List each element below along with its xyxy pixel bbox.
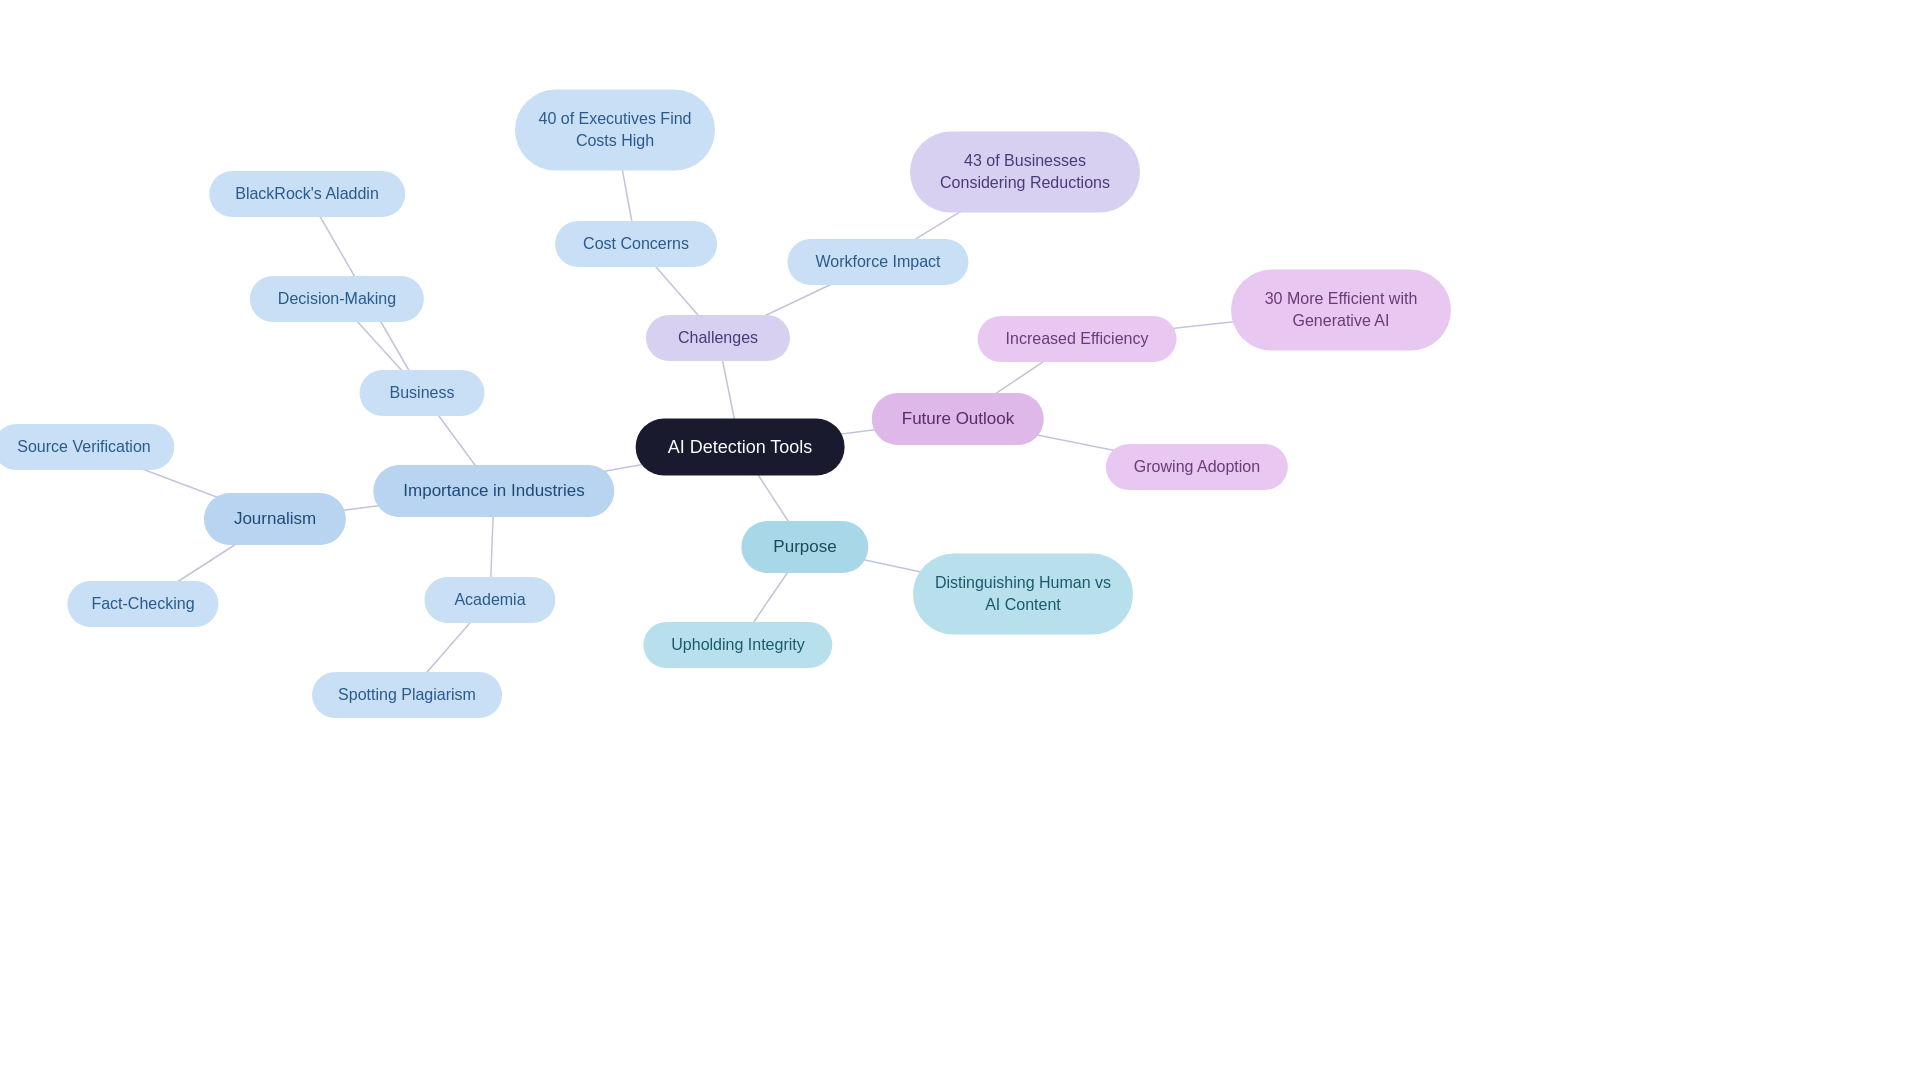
source-verif-node: Source Verification [0, 424, 175, 470]
more-efficient-node: 30 More Efficient with Generative AI [1231, 270, 1451, 351]
growing-adoption-node: Growing Adoption [1106, 444, 1288, 490]
upholding-integrity-node: Upholding Integrity [643, 622, 832, 668]
purpose-node: Purpose [741, 521, 868, 573]
decision-making-node: Decision-Making [250, 276, 424, 322]
center-node: AI Detection Tools [636, 419, 845, 476]
exec-costs-node: 40 of Executives Find Costs High [515, 90, 715, 171]
workforce-impact-node: Workforce Impact [787, 239, 968, 285]
business-reductions-node: 43 of Businesses Considering Reductions [910, 132, 1140, 213]
importance-industries-node: Importance in Industries [373, 465, 614, 517]
business-node: Business [360, 370, 485, 416]
fact-checking-node: Fact-Checking [67, 581, 218, 627]
academia-node: Academia [424, 577, 555, 623]
spotting-plagiarism-node: Spotting Plagiarism [312, 672, 502, 718]
challenges-node: Challenges [646, 315, 790, 361]
cost-concerns-node: Cost Concerns [555, 221, 717, 267]
blackrock-node: BlackRock's Aladdin [209, 171, 405, 217]
increased-efficiency-node: Increased Efficiency [978, 316, 1177, 362]
distinguishing-content-node: Distinguishing Human vs AI Content [913, 554, 1133, 635]
future-outlook-node: Future Outlook [872, 393, 1044, 445]
journalism-node: Journalism [204, 493, 346, 545]
